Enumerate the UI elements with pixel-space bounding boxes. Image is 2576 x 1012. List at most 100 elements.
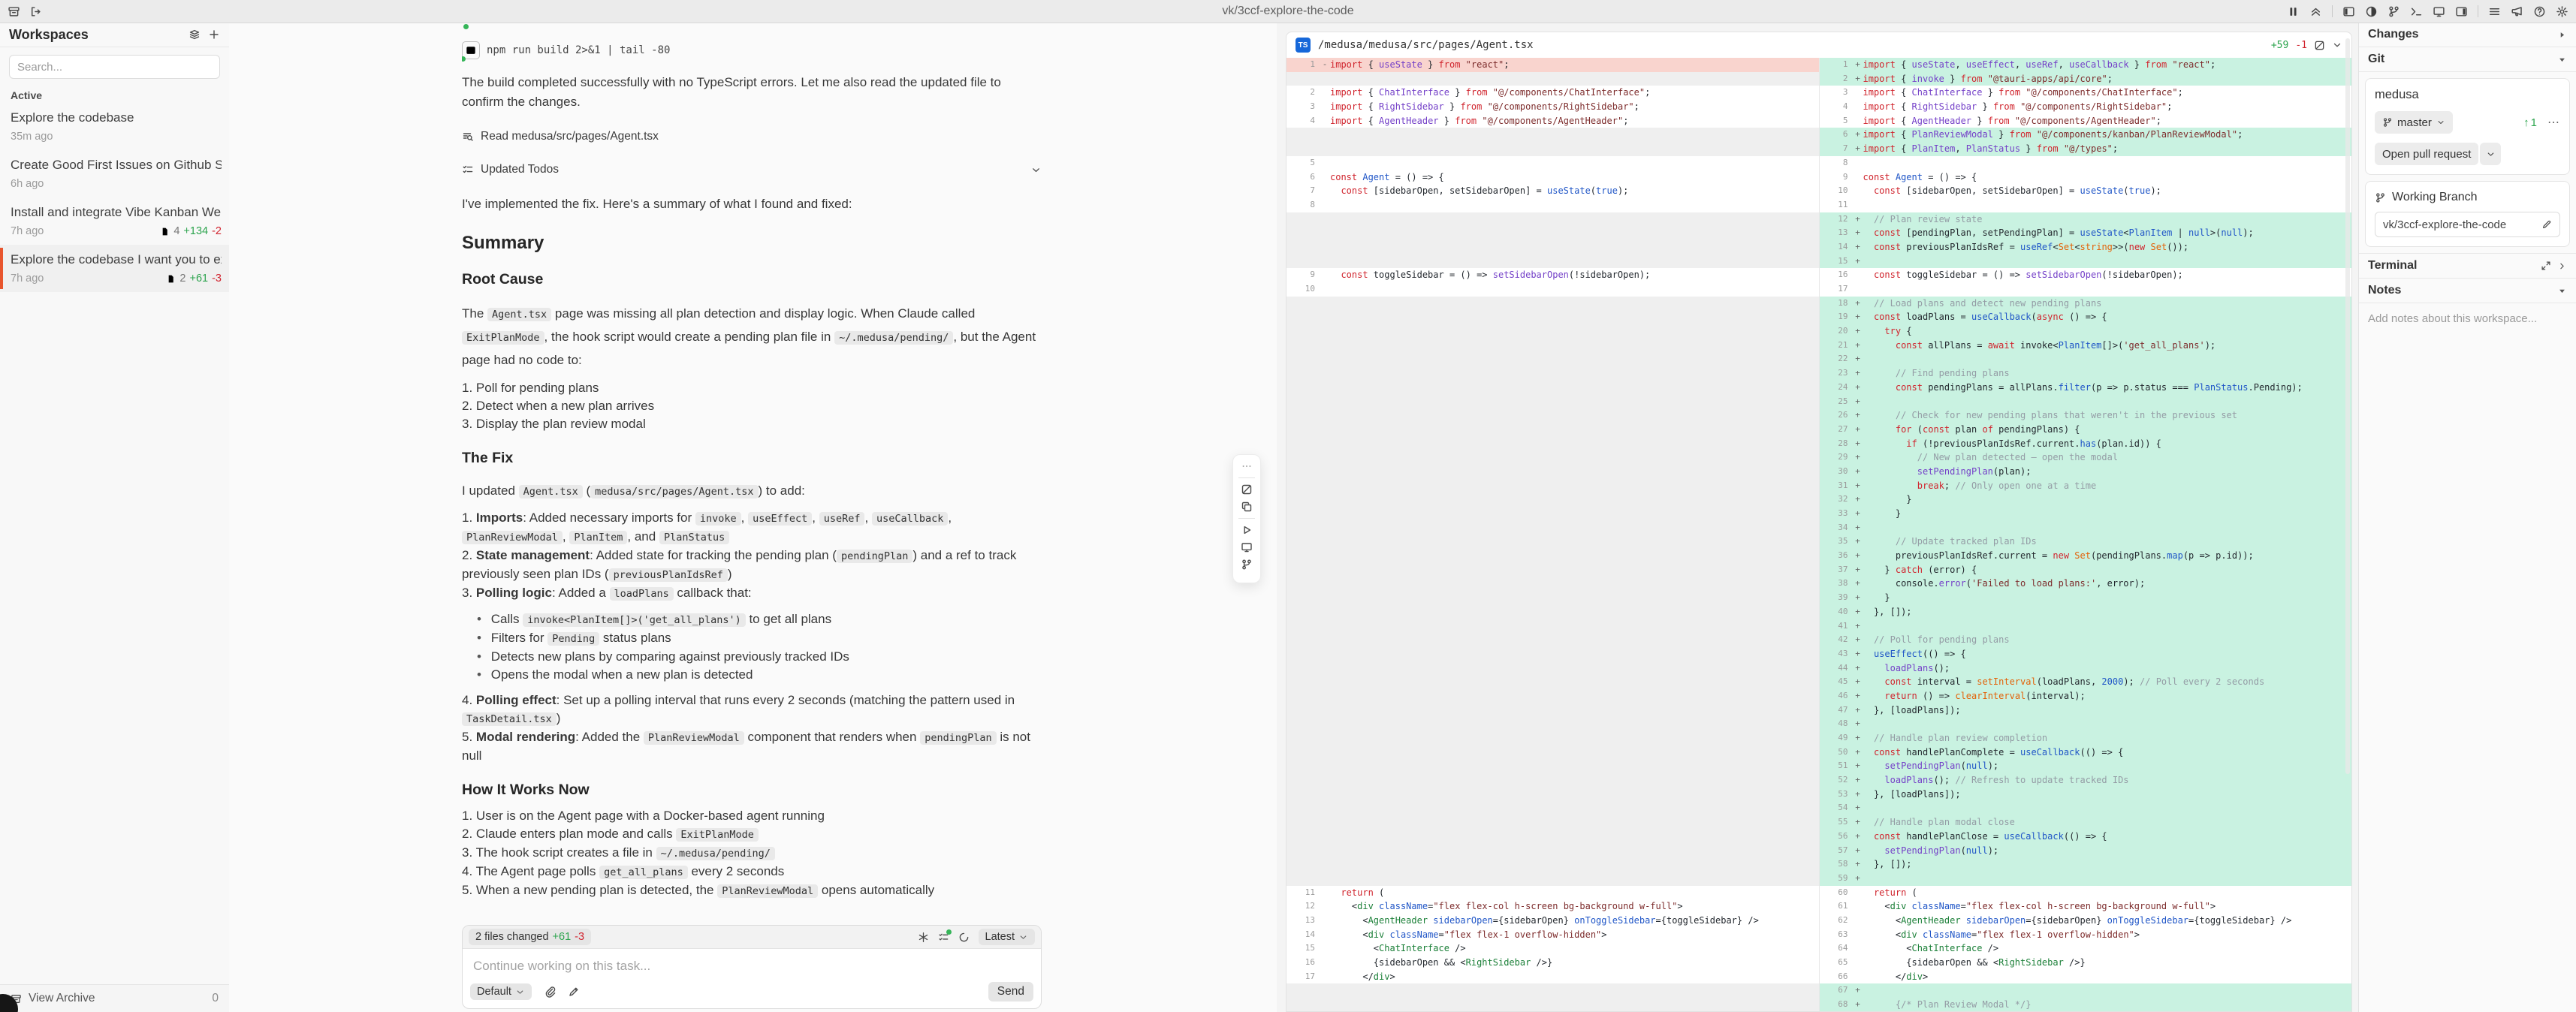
- diff-cell-old: [1286, 844, 1820, 858]
- diff-cell-new: 59+: [1820, 872, 2352, 886]
- diff-cell-old: [1286, 339, 1820, 353]
- files-changed-chip[interactable]: 2 files changed +61 -3: [469, 929, 591, 945]
- contrast-icon[interactable]: [2365, 5, 2378, 18]
- notes-section-header[interactable]: Notes: [2359, 279, 2576, 303]
- separator: [1238, 477, 1255, 478]
- diff-cell-old: 6const Agent = () => {: [1286, 170, 1820, 185]
- diff-cell-old: [1286, 549, 1820, 563]
- diff-cell-old: [1286, 381, 1820, 395]
- search-input[interactable]: Search...: [9, 55, 220, 79]
- chat-input[interactable]: Continue working on this task...: [463, 949, 1041, 974]
- diff-cell-old: [1286, 465, 1820, 479]
- diff-cell-new: 63 <div className="flex flex-1 overflow-…: [1820, 928, 2352, 942]
- version-select[interactable]: Latest: [979, 929, 1036, 945]
- diff-row: 37+ } catch (error) {: [1286, 563, 2351, 577]
- diff-scrollbar[interactable]: [2345, 38, 2350, 774]
- changes-section-header[interactable]: Changes: [2359, 23, 2576, 47]
- diff-file-path: /medusa/medusa/src/pages/Agent.tsx: [1318, 39, 1534, 51]
- diff-cell-old: [1286, 563, 1820, 577]
- diff-view-toggle-icon[interactable]: [2314, 40, 2325, 51]
- archive-icon[interactable]: [8, 5, 20, 18]
- pause-icon[interactable]: [2287, 5, 2300, 18]
- view-archive-button[interactable]: View Archive 0: [0, 984, 229, 1012]
- workspace-item[interactable]: Explore the codebase35m ago: [0, 103, 229, 150]
- monitor-icon[interactable]: [1241, 541, 1253, 553]
- diff-cell-new: 56+ const handlePlanClose = useCallback(…: [1820, 830, 2352, 844]
- diff-cell-new: 43+ useEffect(() => {: [1820, 647, 2352, 661]
- diff-cell-new: 25+: [1820, 395, 2352, 409]
- diff-row: 33+ }: [1286, 507, 2351, 521]
- more-actions-button[interactable]: ⋯: [2547, 115, 2560, 130]
- working-branch-card: Working Branch vk/3ccf-explore-the-code: [2365, 181, 2570, 247]
- diff-square-icon[interactable]: [1241, 483, 1253, 495]
- terminal-icon[interactable]: [2410, 5, 2423, 18]
- list-item: 1. Poll for pending plans: [462, 379, 1042, 397]
- annotate-pen-icon[interactable]: [568, 986, 580, 998]
- list-item: 1. User is on the Agent page with a Dock…: [462, 807, 1042, 825]
- chevron-down-icon: [1018, 932, 1028, 942]
- workspace-item[interactable]: Create Good First Issues on Github So p6…: [0, 150, 229, 197]
- list-item: 3. Polling logic: Added a loadPlans call…: [462, 584, 1042, 603]
- chevron-right-icon[interactable]: [2557, 261, 2567, 271]
- diff-cell-old: [1286, 619, 1820, 634]
- panel-left-icon[interactable]: [2342, 5, 2355, 18]
- tool-call-row[interactable]: npm run build 2>&1 | tail -80: [462, 41, 1042, 59]
- plus-icon[interactable]: [208, 29, 220, 41]
- tool-label: Updated Todos: [481, 163, 559, 176]
- diff-cell-new: 7+import { PlanItem, PlanStatus } from "…: [1820, 142, 2352, 156]
- diff-cell-old: [1286, 492, 1820, 507]
- menu-icon[interactable]: [2488, 5, 2501, 18]
- workspace-item[interactable]: Install and integrate Vibe Kanban Web C7…: [0, 197, 229, 245]
- send-button[interactable]: Send: [988, 982, 1033, 1001]
- panel-right-icon[interactable]: [2455, 5, 2468, 18]
- app-window: vk/3ccf-explore-the-code Workspaces Sear…: [0, 0, 2576, 1012]
- gear-icon[interactable]: [2556, 5, 2568, 18]
- diff-cell-old: 16 {sidebarOpen && <RightSidebar />}: [1286, 956, 1820, 970]
- attach-file-icon[interactable]: [544, 986, 556, 998]
- branch-select[interactable]: master: [2375, 111, 2453, 134]
- terminal-icon: [462, 41, 480, 59]
- workspace-item[interactable]: Explore the codebase I want you to exp7h…: [0, 245, 229, 292]
- diff-cell-old: [1286, 128, 1820, 142]
- pr-options-chevron-icon[interactable]: [2480, 143, 2501, 165]
- copy-icon[interactable]: [1241, 501, 1253, 513]
- open-pull-request-button[interactable]: Open pull request: [2375, 143, 2478, 165]
- exit-icon[interactable]: [29, 5, 42, 18]
- workspace-title: Explore the codebase I want you to exp: [11, 252, 222, 267]
- git-branch-icon[interactable]: [1241, 559, 1253, 571]
- diff-row: 14 <div className="flex flex-1 overflow-…: [1286, 928, 2351, 942]
- diff-cell-old: 3import { RightSidebar } from "@/compone…: [1286, 100, 1820, 114]
- diff-cell-new: 18+ // Load plans and detect new pending…: [1820, 297, 2352, 311]
- layers-icon[interactable]: [189, 29, 201, 41]
- diff-row: 32+ }: [1286, 492, 2351, 507]
- todos-icon[interactable]: [938, 932, 949, 943]
- git-section-header[interactable]: Git: [2359, 47, 2576, 72]
- inline-code: get_all_plans: [599, 866, 688, 879]
- git-branch-icon[interactable]: [2387, 5, 2400, 18]
- help-icon[interactable]: [2533, 5, 2546, 18]
- edit-pencil-icon[interactable]: [2541, 219, 2552, 230]
- list-item: • Filters for Pending status plans: [462, 629, 1042, 648]
- monitor-icon[interactable]: [2433, 5, 2445, 18]
- diff-cell-new: 45+ const interval = setInterval(loadPla…: [1820, 675, 2352, 689]
- expand-icon[interactable]: [2541, 261, 2551, 271]
- diff-row: 13 <AgentHeader sidebarOpen={sidebarOpen…: [1286, 914, 2351, 928]
- play-icon[interactable]: [1241, 524, 1253, 536]
- working-branch-input[interactable]: vk/3ccf-explore-the-code: [2375, 212, 2560, 237]
- diff-cell-new: 11: [1820, 198, 2352, 212]
- notes-placeholder[interactable]: Add notes about this workspace...: [2359, 303, 2576, 334]
- list-item: 3. The hook script creates a file in ~/.…: [462, 844, 1042, 863]
- diff-cell-old: [1286, 661, 1820, 676]
- chevrons-up-icon[interactable]: [2309, 5, 2322, 18]
- diff-cell-old: 14 <div className="flex flex-1 overflow-…: [1286, 928, 1820, 942]
- megaphone-icon[interactable]: [2511, 5, 2523, 18]
- collapse-file-chevron-icon[interactable]: [2332, 40, 2342, 50]
- workspace-right-panel: Changes Git medusa master ↑1 ⋯ Open pull…: [2358, 23, 2576, 1012]
- terminal-section-header[interactable]: Terminal: [2359, 253, 2576, 279]
- tool-call-row[interactable]: Updated Todos: [462, 163, 1042, 176]
- chevron-down-icon[interactable]: [1030, 164, 1042, 176]
- spark-icon[interactable]: [918, 932, 929, 943]
- diff-cell-old: 17 </div>: [1286, 970, 1820, 984]
- tool-call-row[interactable]: Read medusa/src/pages/Agent.tsx: [462, 130, 1042, 143]
- mode-select[interactable]: Default: [470, 983, 532, 1000]
